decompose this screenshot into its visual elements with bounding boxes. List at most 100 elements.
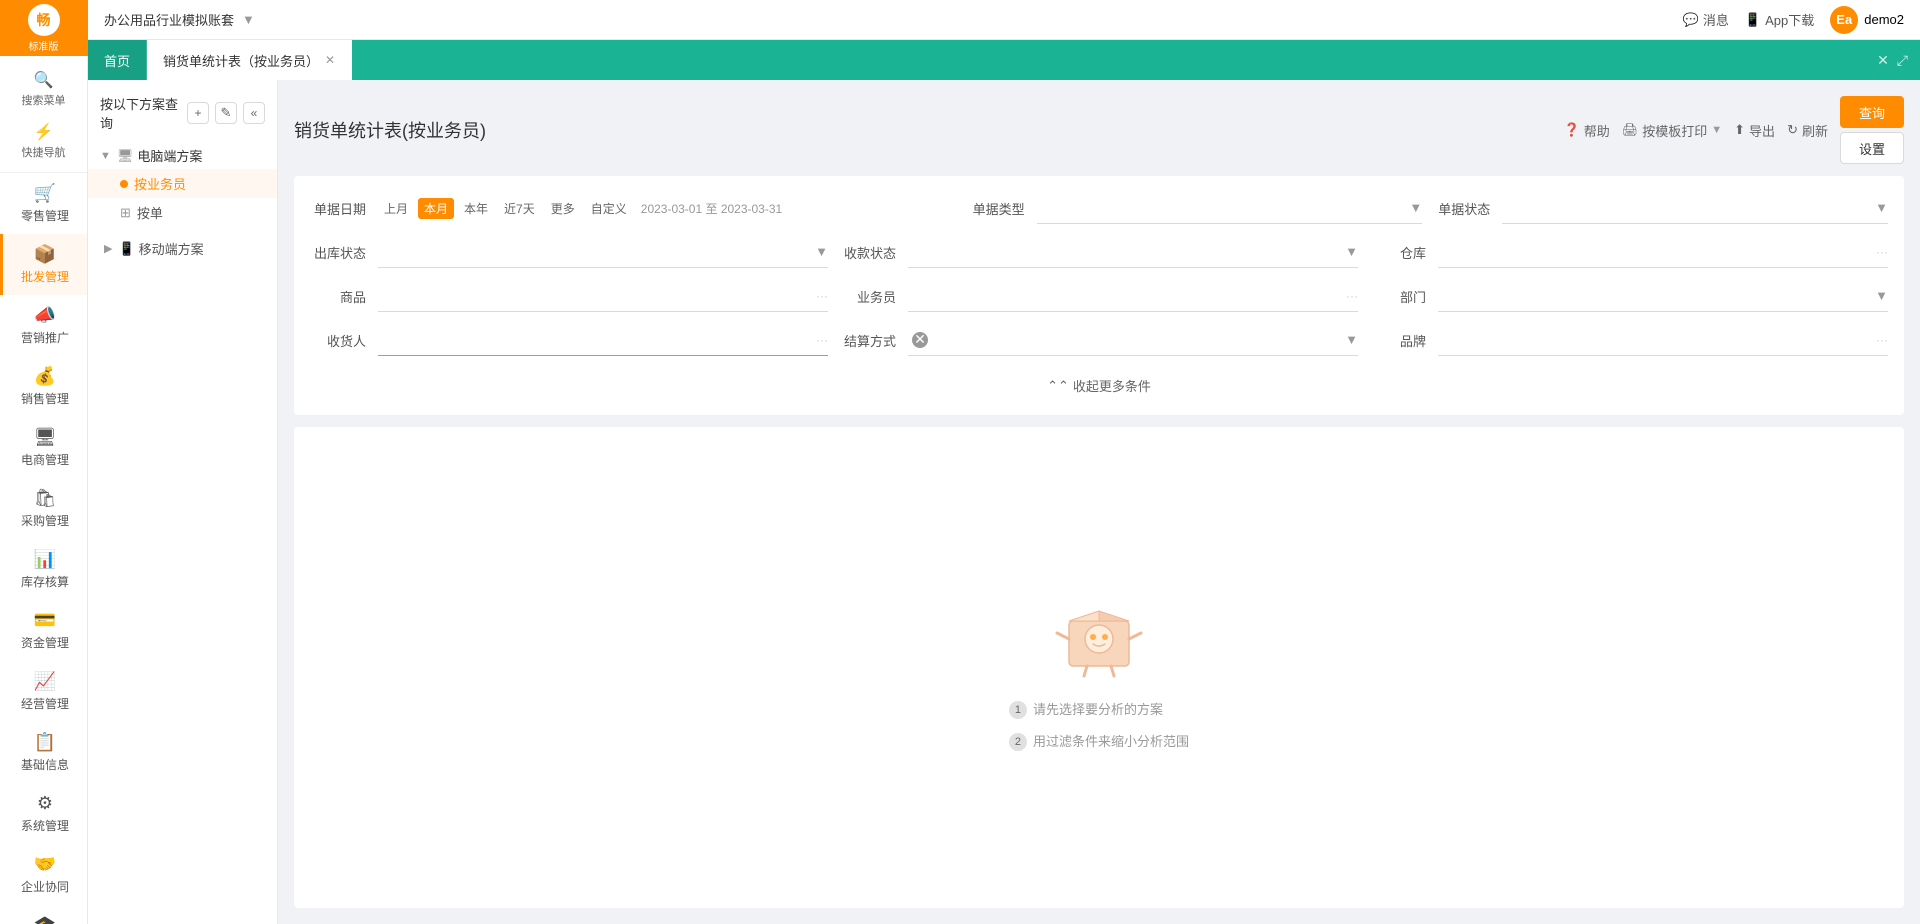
right-content: 销货单统计表(按业务员) ❓ 帮助 🖨 按模板打印 ▼ ⬆ 导出 [278, 80, 1920, 924]
add-scheme-btn[interactable]: + [187, 102, 209, 124]
query-button[interactable]: 查询 [1840, 96, 1904, 128]
dept-field[interactable]: ▼ [1438, 280, 1888, 312]
date-current-month-btn[interactable]: 本月 [418, 198, 454, 219]
salesman-more-icon[interactable]: ··· [1346, 289, 1358, 303]
settle-dropdown-icon[interactable]: ▼ [1345, 332, 1358, 347]
sidebar-item-ecommerce[interactable]: 🖥 电商管理 [0, 417, 87, 478]
warehouse-field[interactable]: ··· [1438, 236, 1888, 268]
date-custom-btn[interactable]: 自定义 [585, 198, 633, 219]
date-current-year-btn[interactable]: 本年 [458, 198, 494, 219]
sidebar-item-marketing[interactable]: 📣 营销推广 [0, 295, 87, 356]
sidebar-item-basic-info[interactable]: 📋 基础信息 [0, 722, 87, 783]
collapse-more-btn[interactable]: ⌃⌃ 收起更多条件 [1047, 372, 1151, 399]
quick-nav-btn[interactable]: ⚡ 快捷导航 [18, 116, 70, 164]
receipt-status-label: 收款状态 [840, 243, 896, 262]
tab-bar: 首页 销货单统计表（按业务员） ✕ ✕ ⤢ [88, 40, 1920, 80]
brand-field[interactable]: ··· [1438, 324, 1888, 356]
left-panel-header: 按以下方案查询 + ✎ « [88, 88, 277, 138]
date-last-month-btn[interactable]: 上月 [378, 198, 414, 219]
order-icon: ⊞ [120, 205, 131, 221]
sidebar-item-retail[interactable]: 🛒 零售管理 [0, 173, 87, 234]
warehouse-more-icon[interactable]: ··· [1876, 245, 1888, 259]
receiver-more-icon[interactable]: ··· [816, 333, 828, 347]
date-last-7days-btn[interactable]: 近7天 [498, 198, 541, 219]
sidebar: 畅 标准版 🔍 搜索菜单 ⚡ 快捷导航 🛒 零售管理 📦 批发管理 📣 营销推广… [0, 0, 88, 924]
settle-label: 结算方式 [840, 331, 896, 350]
date-label: 单据日期 [310, 199, 366, 218]
out-status-dropdown-icon[interactable]: ▼ [815, 244, 828, 259]
search-menu-btn[interactable]: 🔍 搜索菜单 [18, 64, 70, 112]
tab-maximize-icon[interactable]: ⤢ [1897, 52, 1908, 69]
sidebar-item-inventory[interactable]: 📊 库存核算 [0, 539, 87, 600]
sidebar-item-newbie[interactable]: 🎓 新手引导 [0, 905, 87, 924]
doc-status-label: 单据状态 [1434, 199, 1490, 218]
settings-button[interactable]: 设置 [1840, 132, 1904, 164]
topbar-dropdown-icon[interactable]: ▼ [242, 12, 255, 27]
main-area: 办公用品行业模拟账套 ▼ 💬 消息 📱 App下载 Ea demo2 首页 [88, 0, 1920, 924]
topbar-title: 办公用品行业模拟账套 [104, 10, 234, 29]
receipt-status-field[interactable]: ▼ [908, 236, 1358, 268]
filter-row-4: 收货人 ··· 结算方式 ✕ ▼ 品牌 ··· [310, 324, 1888, 356]
tab-home[interactable]: 首页 [88, 40, 147, 80]
sidebar-item-sales[interactable]: 💰 销售管理 [0, 356, 87, 417]
template-print-btn[interactable]: 🖨 按模板打印 ▼ [1622, 121, 1722, 140]
sidebar-item-wholesale[interactable]: 📦 批发管理 [0, 234, 87, 295]
scheme-item-by-salesman[interactable]: 按业务员 [88, 169, 277, 198]
settle-clear-icon[interactable]: ✕ [912, 332, 928, 348]
tab-close-window-icon[interactable]: ✕ [1877, 52, 1889, 69]
receipt-status-dropdown-icon[interactable]: ▼ [1345, 244, 1358, 259]
receiver-label: 收货人 [310, 331, 366, 350]
sidebar-item-collab[interactable]: 🤝 企业协同 [0, 844, 87, 905]
warehouse-label: 仓库 [1370, 243, 1426, 262]
help-icon: ❓ [1564, 122, 1580, 138]
sidebar-item-finance[interactable]: 💳 资金管理 [0, 600, 87, 661]
user-profile-btn[interactable]: Ea demo2 [1830, 6, 1904, 34]
scheme-item-by-order[interactable]: ⊞ 按单 [88, 198, 277, 227]
mobile-folder-icon: 📱 [118, 241, 134, 257]
dept-dropdown-icon[interactable]: ▼ [1875, 288, 1888, 303]
export-btn[interactable]: ⬆ 导出 [1734, 121, 1775, 140]
refresh-btn[interactable]: ↻ 刷新 [1787, 121, 1828, 140]
doc-status-dropdown-icon[interactable]: ▼ [1875, 200, 1888, 215]
brand-more-icon[interactable]: ··· [1876, 333, 1888, 347]
dept-label: 部门 [1370, 287, 1426, 306]
goods-more-icon[interactable]: ··· [816, 289, 828, 303]
out-status-field[interactable]: ▼ [378, 236, 828, 268]
edit-scheme-btn[interactable]: ✎ [215, 102, 237, 124]
page-title-bar: 销货单统计表(按业务员) ❓ 帮助 🖨 按模板打印 ▼ ⬆ 导出 [294, 96, 1904, 164]
collapse-icon: ⌃⌃ [1047, 378, 1069, 394]
sidebar-item-system[interactable]: ⚙ 系统管理 [0, 783, 87, 844]
receiver-field[interactable]: ··· [378, 324, 828, 356]
app-download-btn[interactable]: 📱 App下载 [1745, 10, 1814, 29]
app-logo[interactable]: 畅 标准版 [0, 0, 88, 56]
basic-info-icon: 📋 [34, 732, 56, 753]
doc-type-label: 单据类型 [969, 199, 1025, 218]
sales-icon: 💰 [34, 366, 56, 387]
date-more-btn[interactable]: 更多 [545, 198, 581, 219]
tab-sales-stat[interactable]: 销货单统计表（按业务员） ✕ [147, 40, 352, 80]
date-shortcuts: 上月 本月 本年 近7天 更多 自定义 [378, 198, 633, 219]
mobile-scheme-group-title[interactable]: ▶ 📱 移动端方案 [88, 235, 277, 262]
doc-type-field[interactable]: ▼ [1037, 192, 1423, 224]
filter-card: 单据日期 上月 本月 本年 近7天 更多 自定义 2023-03-01 至 20… [294, 176, 1904, 415]
doc-type-dropdown-icon[interactable]: ▼ [1409, 200, 1422, 215]
doc-status-field[interactable]: ▼ [1502, 192, 1888, 224]
phone-icon: 📱 [1745, 12, 1761, 28]
sidebar-item-purchase[interactable]: 🛍 采购管理 [0, 478, 87, 539]
pc-scheme-group-title[interactable]: ▼ 🖥 电脑端方案 [88, 142, 277, 169]
tip-num-1: 1 [1009, 701, 1027, 719]
empty-state: 1 请先选择要分析的方案 2 用过滤条件来缩小分析范围 [294, 427, 1904, 908]
retail-icon: 🛒 [34, 183, 56, 204]
sidebar-item-management[interactable]: 📈 经营管理 [0, 661, 87, 722]
collab-icon: 🤝 [34, 854, 56, 875]
goods-field[interactable]: ··· [378, 280, 828, 312]
message-btn[interactable]: 💬 消息 [1683, 10, 1729, 29]
collapse-panel-btn[interactable]: « [243, 102, 265, 124]
settle-field[interactable]: ✕ ▼ [908, 324, 1358, 356]
left-panel: 按以下方案查询 + ✎ « ▼ 🖥 电脑端方案 按业务员 [88, 80, 278, 924]
tab-window-actions: ✕ ⤢ [1865, 52, 1920, 69]
tab-close-btn[interactable]: ✕ [325, 53, 335, 67]
salesman-field[interactable]: ··· [908, 280, 1358, 312]
help-btn[interactable]: ❓ 帮助 [1564, 121, 1610, 140]
print-dropdown-icon[interactable]: ▼ [1711, 124, 1722, 136]
